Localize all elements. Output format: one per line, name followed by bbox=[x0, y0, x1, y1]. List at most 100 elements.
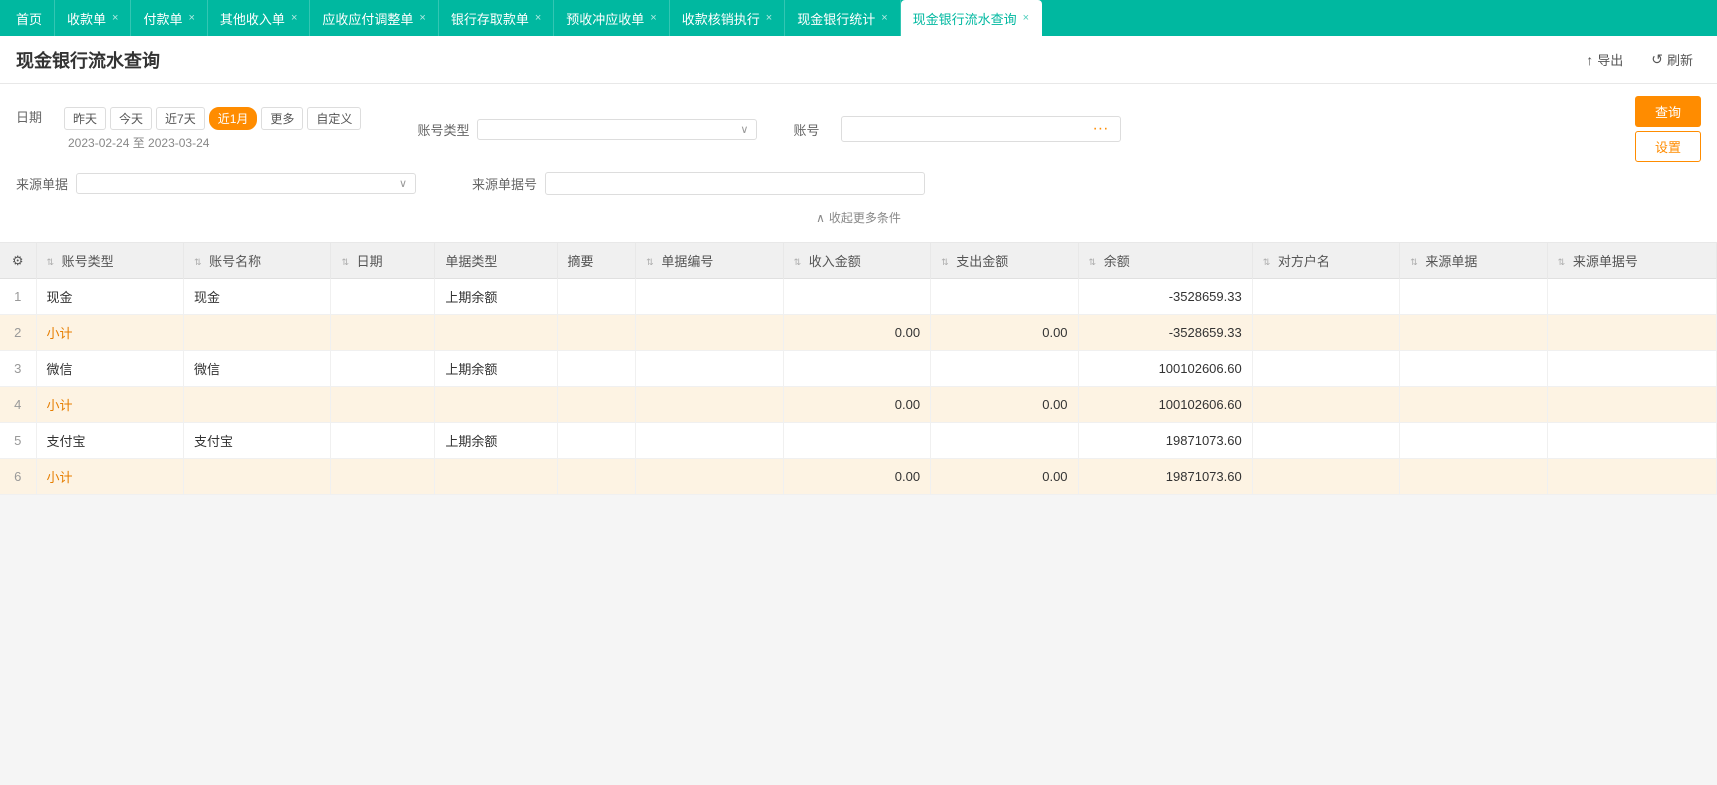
cell-summary bbox=[557, 387, 636, 423]
sort-icon: ⇅ bbox=[194, 257, 202, 268]
source-doc-num-input[interactable] bbox=[554, 176, 916, 191]
nav-tab-home[interactable]: 首页 bbox=[4, 0, 55, 36]
source-doc-num-label: 来源单据号 bbox=[472, 174, 537, 193]
date-btn-7days[interactable]: 近7天 bbox=[156, 107, 205, 130]
data-table: ⚙ ⇅ 账号类型 ⇅ 账号名称 ⇅ 日期 单据类型 摘要 bbox=[0, 243, 1717, 495]
col-doc-type[interactable]: 单据类型 bbox=[435, 243, 557, 279]
close-icon[interactable]: × bbox=[291, 12, 297, 24]
cell-income bbox=[783, 351, 930, 387]
page-header: 现金银行流水查询 ↑ 导出 ↺ 刷新 bbox=[0, 36, 1717, 84]
table-row[interactable]: 5支付宝支付宝上期余额19871073.60 bbox=[0, 423, 1717, 459]
col-account-type[interactable]: ⇅ 账号类型 bbox=[36, 243, 183, 279]
settings-button[interactable]: 设置 bbox=[1635, 131, 1701, 162]
cell-source_doc bbox=[1400, 279, 1547, 315]
cell-source_doc bbox=[1400, 459, 1547, 495]
close-icon[interactable]: × bbox=[766, 12, 772, 24]
account-dots-icon[interactable]: ··· bbox=[1088, 120, 1112, 138]
nav-tab-prepay[interactable]: 预收冲应收单 × bbox=[554, 0, 669, 36]
close-icon[interactable]: × bbox=[419, 12, 425, 24]
refresh-icon: ↺ bbox=[1651, 51, 1663, 68]
filter-buttons: 查询 设置 bbox=[1635, 96, 1701, 162]
nav-tab-collection[interactable]: 收款核销执行 × bbox=[670, 0, 785, 36]
cell-date bbox=[331, 279, 435, 315]
source-doc-select[interactable]: ∨ bbox=[76, 173, 416, 194]
col-summary[interactable]: 摘要 bbox=[557, 243, 636, 279]
sort-icon: ⇅ bbox=[341, 257, 349, 268]
date-btn-custom[interactable]: 自定义 bbox=[307, 107, 361, 130]
col-income[interactable]: ⇅ 收入金额 bbox=[783, 243, 930, 279]
close-icon[interactable]: × bbox=[1023, 12, 1029, 24]
col-doc-no[interactable]: ⇅ 单据编号 bbox=[636, 243, 783, 279]
cell-counterpart bbox=[1252, 351, 1399, 387]
table-row[interactable]: 1现金现金上期余额-3528659.33 bbox=[0, 279, 1717, 315]
date-btn-more[interactable]: 更多 bbox=[261, 107, 303, 130]
date-btn-yesterday[interactable]: 昨天 bbox=[64, 107, 106, 130]
col-expense[interactable]: ⇅ 支出金额 bbox=[931, 243, 1078, 279]
nav-tab-receipt[interactable]: 收款单 × bbox=[55, 0, 131, 36]
sort-icon: ⇅ bbox=[47, 257, 55, 268]
account-type-select[interactable]: ∨ bbox=[477, 119, 757, 140]
nav-tab-bank-deposit[interactable]: 银行存取款单 × bbox=[439, 0, 554, 36]
table-row[interactable]: 2小计0.000.00-3528659.33 bbox=[0, 315, 1717, 351]
cell-summary bbox=[557, 459, 636, 495]
cell-doc_type bbox=[435, 315, 557, 351]
gear-column-header[interactable]: ⚙ bbox=[0, 243, 36, 279]
refresh-button[interactable]: ↺ 刷新 bbox=[1643, 46, 1701, 73]
col-date[interactable]: ⇅ 日期 bbox=[331, 243, 435, 279]
cell-date bbox=[331, 423, 435, 459]
cell-date bbox=[331, 387, 435, 423]
nav-tab-cash-flow[interactable]: 现金银行流水查询 × bbox=[901, 0, 1042, 36]
cell-doc_no bbox=[636, 351, 783, 387]
cell-counterpart bbox=[1252, 279, 1399, 315]
source-doc-num-input-wrap bbox=[545, 172, 925, 195]
cell-account_type: 支付宝 bbox=[36, 423, 183, 459]
col-balance[interactable]: ⇅ 余额 bbox=[1078, 243, 1252, 279]
query-button[interactable]: 查询 bbox=[1635, 96, 1701, 127]
col-source-doc-no[interactable]: ⇅ 来源单据号 bbox=[1547, 243, 1716, 279]
col-account-name[interactable]: ⇅ 账号名称 bbox=[183, 243, 330, 279]
date-btn-1month[interactable]: 近1月 bbox=[209, 107, 258, 130]
cell-expense: 0.00 bbox=[931, 315, 1078, 351]
cell-source_doc bbox=[1400, 423, 1547, 459]
sort-icon: ⇅ bbox=[1410, 257, 1418, 268]
cell-counterpart bbox=[1252, 387, 1399, 423]
close-icon[interactable]: × bbox=[881, 12, 887, 24]
table-row[interactable]: 6小计0.000.0019871073.60 bbox=[0, 459, 1717, 495]
cell-source_doc bbox=[1400, 387, 1547, 423]
table-row[interactable]: 4小计0.000.00100102606.60 bbox=[0, 387, 1717, 423]
col-counterpart[interactable]: ⇅ 对方户名 bbox=[1252, 243, 1399, 279]
close-icon[interactable]: × bbox=[188, 12, 194, 24]
nav-tab-other-income[interactable]: 其他收入单 × bbox=[208, 0, 310, 36]
account-select[interactable]: ··· bbox=[841, 116, 1121, 142]
cell-expense: 0.00 bbox=[931, 459, 1078, 495]
account-label: 账号 bbox=[793, 120, 833, 139]
nav-tab-cash-stats[interactable]: 现金银行统计 × bbox=[785, 0, 900, 36]
cell-doc_no bbox=[636, 423, 783, 459]
table-header-row: ⚙ ⇅ 账号类型 ⇅ 账号名称 ⇅ 日期 单据类型 摘要 bbox=[0, 243, 1717, 279]
nav-tab-adjustment[interactable]: 应收应付调整单 × bbox=[310, 0, 438, 36]
cell-account_name: 支付宝 bbox=[183, 423, 330, 459]
cell-source_doc_no bbox=[1547, 387, 1716, 423]
close-icon[interactable]: × bbox=[112, 12, 118, 24]
cell-balance: -3528659.33 bbox=[1078, 279, 1252, 315]
cell-date bbox=[331, 351, 435, 387]
export-button[interactable]: ↑ 导出 bbox=[1578, 46, 1631, 73]
date-btn-today[interactable]: 今天 bbox=[110, 107, 152, 130]
cell-account_type: 小计 bbox=[36, 459, 183, 495]
cell-doc_type: 上期余额 bbox=[435, 423, 557, 459]
close-icon[interactable]: × bbox=[650, 12, 656, 24]
data-table-container: ⚙ ⇅ 账号类型 ⇅ 账号名称 ⇅ 日期 单据类型 摘要 bbox=[0, 243, 1717, 495]
export-icon: ↑ bbox=[1586, 52, 1593, 68]
filter-row-source: 来源单据 ∨ 来源单据号 bbox=[16, 172, 1701, 195]
cell-account_name: 微信 bbox=[183, 351, 330, 387]
nav-tab-payment[interactable]: 付款单 × bbox=[131, 0, 207, 36]
cell-balance: 19871073.60 bbox=[1078, 423, 1252, 459]
table-row[interactable]: 3微信微信上期余额100102606.60 bbox=[0, 351, 1717, 387]
col-source-doc[interactable]: ⇅ 来源单据 bbox=[1400, 243, 1547, 279]
cell-doc_type: 上期余额 bbox=[435, 351, 557, 387]
close-icon[interactable]: × bbox=[535, 12, 541, 24]
cell-balance: 100102606.60 bbox=[1078, 387, 1252, 423]
cell-date bbox=[331, 315, 435, 351]
cell-source_doc bbox=[1400, 315, 1547, 351]
collapse-bar[interactable]: ∧ 收起更多条件 bbox=[16, 205, 1701, 230]
